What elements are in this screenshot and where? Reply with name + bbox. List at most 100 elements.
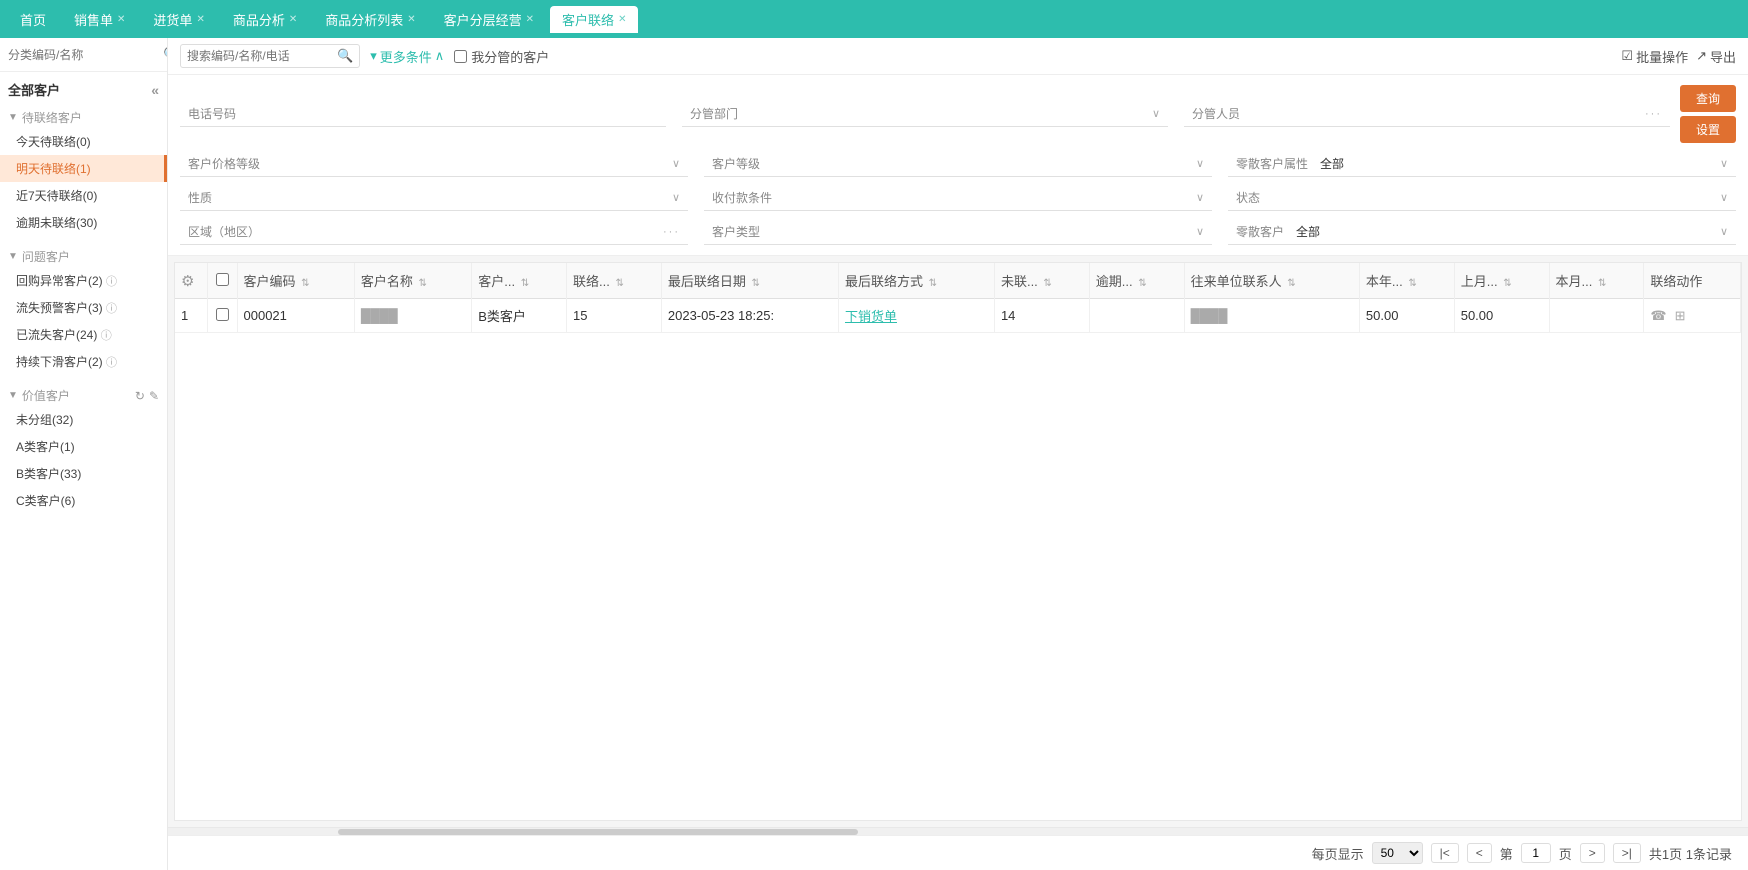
prev-page-btn[interactable]: < bbox=[1467, 843, 1492, 863]
retail-attr-icon[interactable]: ∨ bbox=[1720, 157, 1728, 170]
sidebar-item-7days[interactable]: 近7天待联络(0) bbox=[0, 182, 167, 209]
col-last-way-sort-icon[interactable]: ⇅ bbox=[929, 278, 937, 289]
nav-purchase[interactable]: 进货单 ✕ bbox=[141, 6, 216, 33]
last-page-btn[interactable]: >| bbox=[1613, 843, 1641, 863]
col-name-sort-icon[interactable]: ⇅ bbox=[419, 278, 427, 289]
retail-customer-label: 零散客户 bbox=[1236, 223, 1284, 240]
col-unit-sort-icon[interactable]: ⇅ bbox=[1287, 278, 1295, 289]
customer-type-icon[interactable]: ∨ bbox=[1196, 225, 1204, 238]
sidebar-item-abnormal[interactable]: 回购异常客户(2) ⓘ bbox=[0, 267, 167, 294]
last-way-link[interactable]: 下销货单 bbox=[845, 309, 897, 324]
sidebar-item-unclassified[interactable]: 未分组(32) bbox=[0, 406, 167, 433]
nav-product-analysis-list[interactable]: 商品分析列表 ✕ bbox=[313, 6, 427, 33]
retail-customer-icon[interactable]: ∨ bbox=[1720, 225, 1728, 238]
edit-value-icon[interactable]: ✎ bbox=[149, 389, 159, 403]
row-checkbox[interactable] bbox=[216, 308, 229, 321]
close-product-list-icon[interactable]: ✕ bbox=[407, 14, 415, 25]
col-type-sort-icon[interactable]: ⇅ bbox=[521, 278, 529, 289]
dept-dropdown-icon[interactable]: ∨ bbox=[1152, 107, 1160, 120]
total-records: 共1页 1条记录 bbox=[1649, 844, 1732, 863]
payment-icon[interactable]: ∨ bbox=[1196, 191, 1204, 204]
payment-label: 收付款条件 bbox=[712, 189, 772, 206]
sidebar-item-class-c[interactable]: C类客户(6) bbox=[0, 487, 167, 514]
nav-customer-segment[interactable]: 客户分层经营 ✕ bbox=[432, 6, 546, 33]
filter-icon: ▾ bbox=[370, 48, 377, 64]
col-contact-sort-icon[interactable]: ⇅ bbox=[616, 278, 624, 289]
search-input[interactable] bbox=[187, 49, 337, 63]
close-product-analysis-icon[interactable]: ✕ bbox=[289, 14, 297, 25]
nav-sales[interactable]: 销售单 ✕ bbox=[62, 6, 137, 33]
my-customers-checkbox[interactable] bbox=[454, 50, 467, 63]
sidebar-item-class-b[interactable]: B类客户(33) bbox=[0, 460, 167, 487]
export-btn[interactable]: ↗ 导出 bbox=[1696, 47, 1736, 66]
filter-retail-customer: 零散客户 全部 ∨ bbox=[1228, 219, 1736, 245]
sidebar-item-today[interactable]: 今天待联络(0) bbox=[0, 128, 167, 155]
nav-product-analysis[interactable]: 商品分析 ✕ bbox=[221, 6, 309, 33]
customer-level-label: 客户等级 bbox=[712, 155, 760, 172]
close-segment-icon[interactable]: ✕ bbox=[526, 14, 534, 25]
search-box: 🔍 bbox=[180, 44, 360, 68]
page-label: 第 bbox=[1500, 844, 1513, 863]
chevron-up-icon: ∧ bbox=[435, 48, 445, 64]
sidebar-item-tomorrow[interactable]: 明天待联络(1) bbox=[0, 155, 167, 182]
status-icon[interactable]: ∨ bbox=[1720, 191, 1728, 204]
sidebar-item-declining[interactable]: 持续下滑客户(2) ⓘ bbox=[0, 348, 167, 375]
row-index: 1 bbox=[175, 299, 207, 333]
sidebar-item-churned[interactable]: 已流失客户(24) ⓘ bbox=[0, 321, 167, 348]
col-last-way-header: 最后联络方式 ⇅ bbox=[838, 263, 994, 299]
more-filters-btn[interactable]: ▾ 更多条件 ∧ bbox=[370, 47, 444, 66]
col-last-date-sort-icon[interactable]: ⇅ bbox=[752, 278, 760, 289]
row-action: ☎ ⊞ bbox=[1644, 299, 1741, 333]
nature-icon[interactable]: ∨ bbox=[672, 191, 680, 204]
refresh-icon[interactable]: ↻ bbox=[135, 389, 145, 403]
select-all-checkbox[interactable] bbox=[216, 273, 229, 286]
col-this-year-sort-icon[interactable]: ⇅ bbox=[1408, 278, 1416, 289]
filter-dept: 分管部门 ∨ bbox=[682, 101, 1168, 127]
per-page-select[interactable]: 50 100 200 bbox=[1372, 842, 1423, 864]
person-ellipsis-icon[interactable]: ··· bbox=[1645, 108, 1662, 120]
customer-level-icon[interactable]: ∨ bbox=[1196, 157, 1204, 170]
nav-customer-contact[interactable]: 客户联络 ✕ bbox=[550, 6, 638, 33]
col-not-contacted-sort-icon[interactable]: ⇅ bbox=[1043, 278, 1051, 289]
collapse-icon[interactable]: « bbox=[151, 82, 159, 98]
settings-button[interactable]: 设置 bbox=[1680, 116, 1736, 143]
scrollbar-thumb[interactable] bbox=[338, 829, 858, 835]
action-grid-icon[interactable]: ⊞ bbox=[1675, 308, 1686, 324]
sidebar-item-churn-warning[interactable]: 流失预警客户(3) ⓘ bbox=[0, 294, 167, 321]
price-level-icon[interactable]: ∨ bbox=[672, 157, 680, 170]
row-overdue bbox=[1089, 299, 1184, 333]
action-phone-icon[interactable]: ☎ bbox=[1650, 308, 1666, 324]
phone-label: 电话号码 bbox=[188, 105, 236, 122]
close-contact-icon[interactable]: ✕ bbox=[618, 14, 626, 25]
region-label: 区域（地区） bbox=[188, 223, 260, 240]
search-submit-icon[interactable]: 🔍 bbox=[337, 48, 353, 64]
first-page-btn[interactable]: |< bbox=[1431, 843, 1459, 863]
sidebar-search-input[interactable] bbox=[8, 48, 163, 62]
col-code-sort-icon[interactable]: ⇅ bbox=[301, 278, 309, 289]
sidebar-item-class-a[interactable]: A类客户(1) bbox=[0, 433, 167, 460]
table-header-row: ⚙ 客户编码 ⇅ 客户名称 ⇅ bbox=[175, 263, 1741, 299]
sidebar-item-overdue[interactable]: 逾期未联络(30) bbox=[0, 209, 167, 236]
close-purchase-icon[interactable]: ✕ bbox=[196, 14, 204, 25]
my-customers-toggle[interactable]: 我分管的客户 bbox=[454, 47, 549, 66]
col-this-month-sort-icon[interactable]: ⇅ bbox=[1598, 278, 1606, 289]
query-button[interactable]: 查询 bbox=[1680, 85, 1736, 112]
horizontal-scrollbar[interactable] bbox=[168, 827, 1748, 835]
all-customers-section: 全部客户 « bbox=[0, 72, 167, 103]
check-icon: ☑ bbox=[1621, 48, 1633, 64]
col-last-month-sort-icon[interactable]: ⇅ bbox=[1503, 278, 1511, 289]
col-this-year-header: 本年... ⇅ bbox=[1359, 263, 1454, 299]
next-page-btn[interactable]: > bbox=[1580, 843, 1605, 863]
col-overdue-sort-icon[interactable]: ⇅ bbox=[1138, 278, 1146, 289]
region-ellipsis-icon[interactable]: ··· bbox=[663, 226, 680, 238]
nav-home[interactable]: 首页 bbox=[8, 6, 58, 33]
filter-customer-level: 客户等级 ∨ bbox=[704, 151, 1212, 177]
page-number-input[interactable] bbox=[1521, 843, 1551, 863]
data-table-area: ⚙ 客户编码 ⇅ 客户名称 ⇅ bbox=[174, 262, 1742, 821]
filter-region: 区域（地区） ··· bbox=[180, 219, 688, 245]
col-unit-contact-header: 往来单位联系人 ⇅ bbox=[1184, 263, 1359, 299]
row-code: 000021 bbox=[237, 299, 354, 333]
col-settings-icon[interactable]: ⚙ bbox=[181, 273, 194, 290]
close-sales-icon[interactable]: ✕ bbox=[117, 14, 125, 25]
batch-action-btn[interactable]: ☑ 批量操作 bbox=[1621, 47, 1688, 66]
